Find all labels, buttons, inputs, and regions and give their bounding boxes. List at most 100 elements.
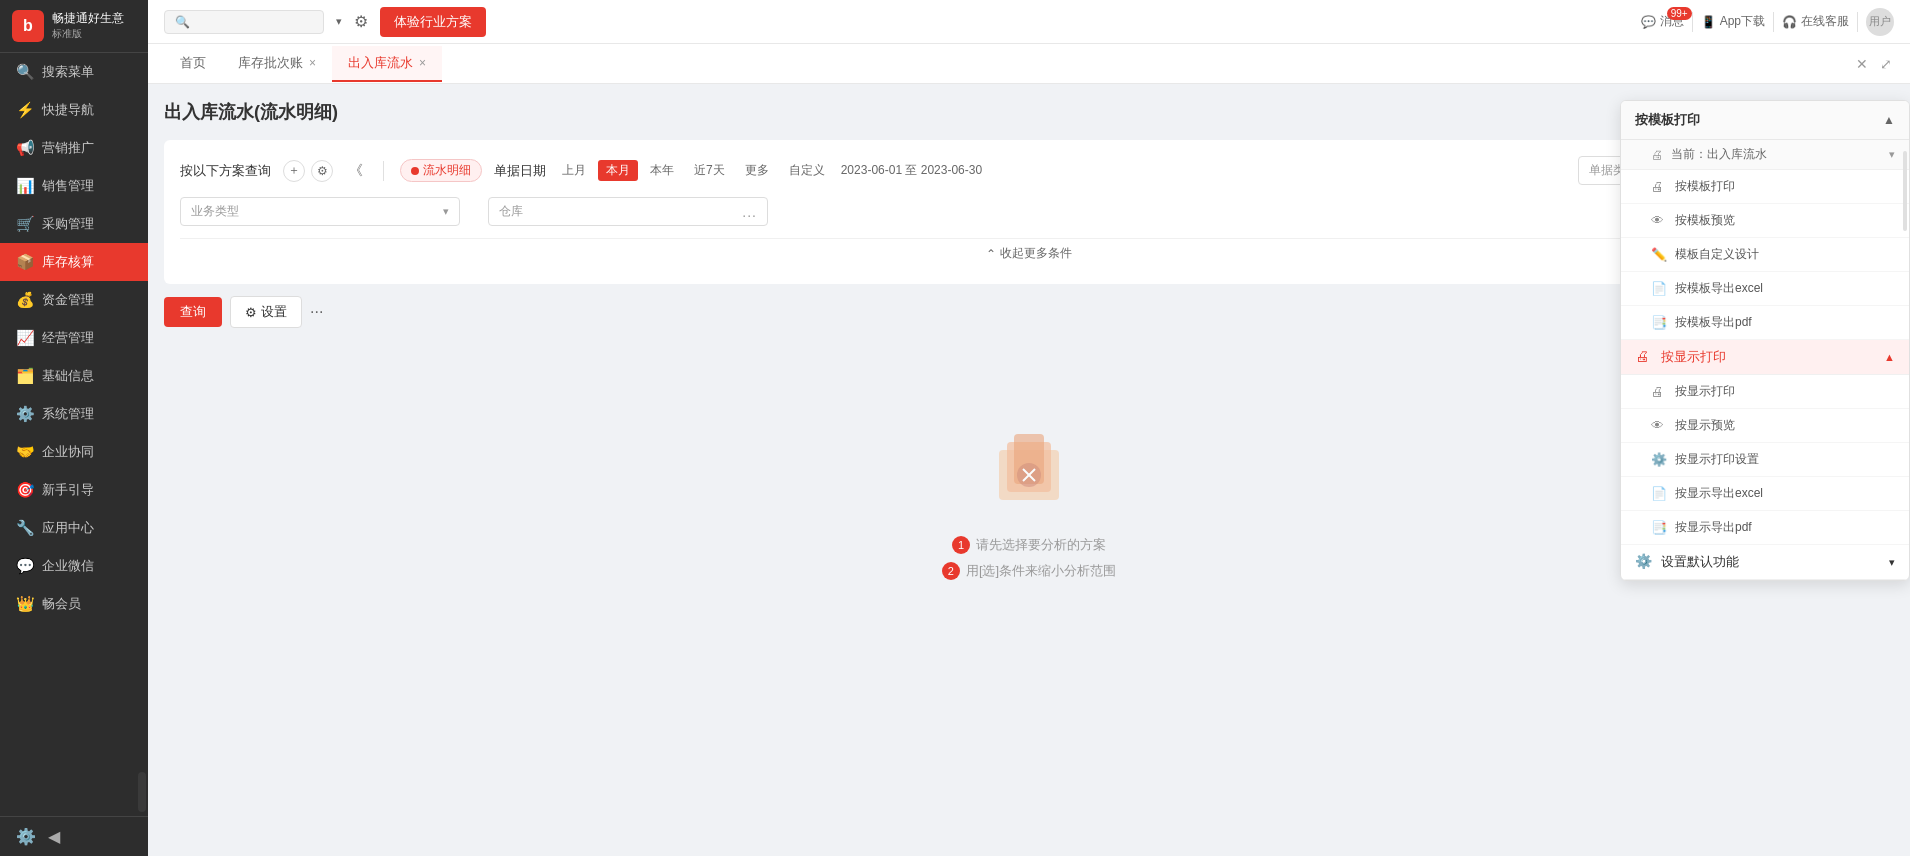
- sidebar-item-label: 企业微信: [42, 557, 94, 575]
- search-dropdown-arrow[interactable]: ▾: [336, 15, 342, 28]
- inventory-icon: 📦: [16, 253, 34, 271]
- dropdown-current[interactable]: 🖨 当前：出入库流水 ▾: [1621, 140, 1909, 170]
- sidebar-item-member[interactable]: 👑 畅会员: [0, 585, 148, 623]
- date-tabs: 上月 本月 本年 近7天 更多 自定义: [554, 160, 833, 181]
- empty-hint-1: 1 请先选择要分析的方案: [952, 536, 1106, 554]
- print-icon: 🖨: [1651, 179, 1667, 195]
- date-tab-more[interactable]: 更多: [737, 160, 777, 181]
- collapse-sidebar-icon[interactable]: ◀: [48, 827, 60, 846]
- date-tab-7days[interactable]: 近7天: [686, 160, 733, 181]
- sidebar-item-label: 基础信息: [42, 367, 94, 385]
- dropdown-item-template-design[interactable]: ✏️ 模板自定义设计: [1621, 238, 1909, 272]
- excel-icon: 📄: [1651, 281, 1667, 297]
- sidebar-item-label: 库存核算: [42, 253, 94, 271]
- sidebar-item-wechat[interactable]: 💬 企业微信: [0, 547, 148, 585]
- topbar: 🔍 ▾ ⚙ 体验行业方案 💬 消息 99+ 📱 App下载 🎧 在线客服: [148, 0, 1910, 44]
- settings-default-arrow: ▾: [1889, 556, 1895, 569]
- query-btn[interactable]: 查询: [164, 297, 222, 327]
- settings-default-section[interactable]: ⚙️ 设置默认功能 ▾: [1621, 545, 1909, 580]
- hint-num-2: 2: [942, 562, 960, 580]
- dropdown-item-display-print[interactable]: 🖨 按显示打印: [1621, 375, 1909, 409]
- sidebar-bottom: ⚙️ ◀: [0, 816, 148, 856]
- display-print-section[interactable]: 🖨 按显示打印 ▲: [1621, 340, 1909, 375]
- sidebar-item-guide[interactable]: 🎯 新手引导: [0, 471, 148, 509]
- avatar[interactable]: 用户: [1866, 8, 1894, 36]
- sidebar-item-label: 采购管理: [42, 215, 94, 233]
- dropdown-item-template-excel[interactable]: 📄 按模板导出excel: [1621, 272, 1909, 306]
- dropdown-item-template-pdf[interactable]: 📑 按模板导出pdf: [1621, 306, 1909, 340]
- finance-icon: 💰: [16, 291, 34, 309]
- business-type-select[interactable]: 业务类型 ▾: [180, 197, 460, 226]
- sidebar-item-marketing[interactable]: 📢 营销推广: [0, 129, 148, 167]
- tab-bar: 首页 库存批次账 × 出入库流水 × ✕ ⤢: [148, 44, 1910, 84]
- tab-batch[interactable]: 库存批次账 ×: [222, 46, 332, 82]
- gear-filter-btn[interactable]: ⚙: [311, 160, 333, 182]
- tab-flow[interactable]: 出入库流水 ×: [332, 46, 442, 82]
- sidebar-item-apps[interactable]: 🔧 应用中心: [0, 509, 148, 547]
- basic-icon: 🗂️: [16, 367, 34, 385]
- warehouse-dots: ...: [742, 204, 757, 220]
- sales-icon: 📊: [16, 177, 34, 195]
- customer-service-btn[interactable]: 🎧 在线客服: [1782, 13, 1849, 30]
- tab-home[interactable]: 首页: [164, 46, 222, 82]
- tab-close-flow[interactable]: ×: [419, 56, 426, 70]
- filter-tag[interactable]: 流水明细: [400, 159, 482, 182]
- dropdown-item-display-preview[interactable]: 👁 按显示预览: [1621, 409, 1909, 443]
- sidebar-item-label: 应用中心: [42, 519, 94, 537]
- settings-btn[interactable]: ⚙ 设置: [230, 296, 302, 328]
- collapse-filter-btn[interactable]: 《: [345, 160, 367, 182]
- print-icon2: 🖨: [1651, 384, 1667, 400]
- dropdown-item-display-settings[interactable]: ⚙️ 按显示打印设置: [1621, 443, 1909, 477]
- dropdown-item-template-preview[interactable]: 👁 按模板预览: [1621, 204, 1909, 238]
- date-range: 2023-06-01 至 2023-06-30: [841, 162, 982, 179]
- current-label: 当前：出入库流水: [1671, 146, 1767, 163]
- wechat-icon: 💬: [16, 557, 34, 575]
- pdf-icon: 📑: [1651, 315, 1667, 331]
- more-actions-btn[interactable]: ···: [310, 303, 323, 321]
- settings-bottom-icon[interactable]: ⚙️: [16, 827, 36, 846]
- sidebar-item-finance[interactable]: 💰 资金管理: [0, 281, 148, 319]
- preview-icon: 👁: [1651, 213, 1667, 229]
- sidebar-item-purchase[interactable]: 🛒 采购管理: [0, 205, 148, 243]
- search-icon: 🔍: [16, 63, 34, 81]
- sidebar-item-label: 资金管理: [42, 291, 94, 309]
- sidebar-item-operations[interactable]: 📈 经营管理: [0, 319, 148, 357]
- sidebar-item-search[interactable]: 🔍 搜索菜单: [0, 53, 148, 91]
- message-btn[interactable]: 💬 消息 99+: [1641, 13, 1684, 30]
- business-type-label: 业务类型: [191, 203, 239, 220]
- date-tab-custom[interactable]: 自定义: [781, 160, 833, 181]
- sidebar-item-label: 经营管理: [42, 329, 94, 347]
- dropdown-item-template-print[interactable]: 🖨 按模板打印: [1621, 170, 1909, 204]
- tab-close-batch[interactable]: ×: [309, 56, 316, 70]
- date-tab-last-month[interactable]: 上月: [554, 160, 594, 181]
- warehouse-select[interactable]: 仓库 ...: [488, 197, 768, 226]
- dropdown-item-display-excel[interactable]: 📄 按显示导出excel: [1621, 477, 1909, 511]
- sidebar-item-quicknav[interactable]: ⚡ 快捷导航: [0, 91, 148, 129]
- date-label: 单据日期: [494, 162, 546, 180]
- sidebar-item-collab[interactable]: 🤝 企业协同: [0, 433, 148, 471]
- topbar-gear-icon[interactable]: ⚙: [354, 12, 368, 31]
- message-badge: 99+: [1667, 7, 1692, 20]
- topbar-search[interactable]: 🔍: [164, 10, 324, 34]
- sidebar-item-system[interactable]: ⚙️ 系统管理: [0, 395, 148, 433]
- phone-icon: 📱: [1701, 15, 1716, 29]
- divider: [1692, 12, 1693, 32]
- window-expand-btn[interactable]: ⤢: [1878, 56, 1894, 72]
- window-close-btn[interactable]: ✕: [1854, 56, 1870, 72]
- date-tab-this-month[interactable]: 本月: [598, 160, 638, 181]
- industry-btn[interactable]: 体验行业方案: [380, 7, 486, 37]
- sidebar-item-basic[interactable]: 🗂️ 基础信息: [0, 357, 148, 395]
- add-filter-btn[interactable]: ＋: [283, 160, 305, 182]
- topbar-right-actions: 💬 消息 99+ 📱 App下载 🎧 在线客服 用户: [1641, 8, 1894, 36]
- dropdown-item-display-pdf[interactable]: 📑 按显示导出pdf: [1621, 511, 1909, 545]
- dropdown-up-arrow[interactable]: ▲: [1883, 113, 1895, 127]
- date-tab-this-year[interactable]: 本年: [642, 160, 682, 181]
- marketing-icon: 📢: [16, 139, 34, 157]
- app-download-btn[interactable]: 📱 App下载: [1701, 13, 1765, 30]
- sidebar-item-label: 营销推广: [42, 139, 94, 157]
- dropdown-scrollbar-thumb[interactable]: [1903, 151, 1907, 231]
- dropdown-title: 按模板打印: [1635, 111, 1700, 129]
- sidebar-item-inventory[interactable]: 📦 库存核算: [0, 243, 148, 281]
- member-icon: 👑: [16, 595, 34, 613]
- sidebar-item-sales[interactable]: 📊 销售管理: [0, 167, 148, 205]
